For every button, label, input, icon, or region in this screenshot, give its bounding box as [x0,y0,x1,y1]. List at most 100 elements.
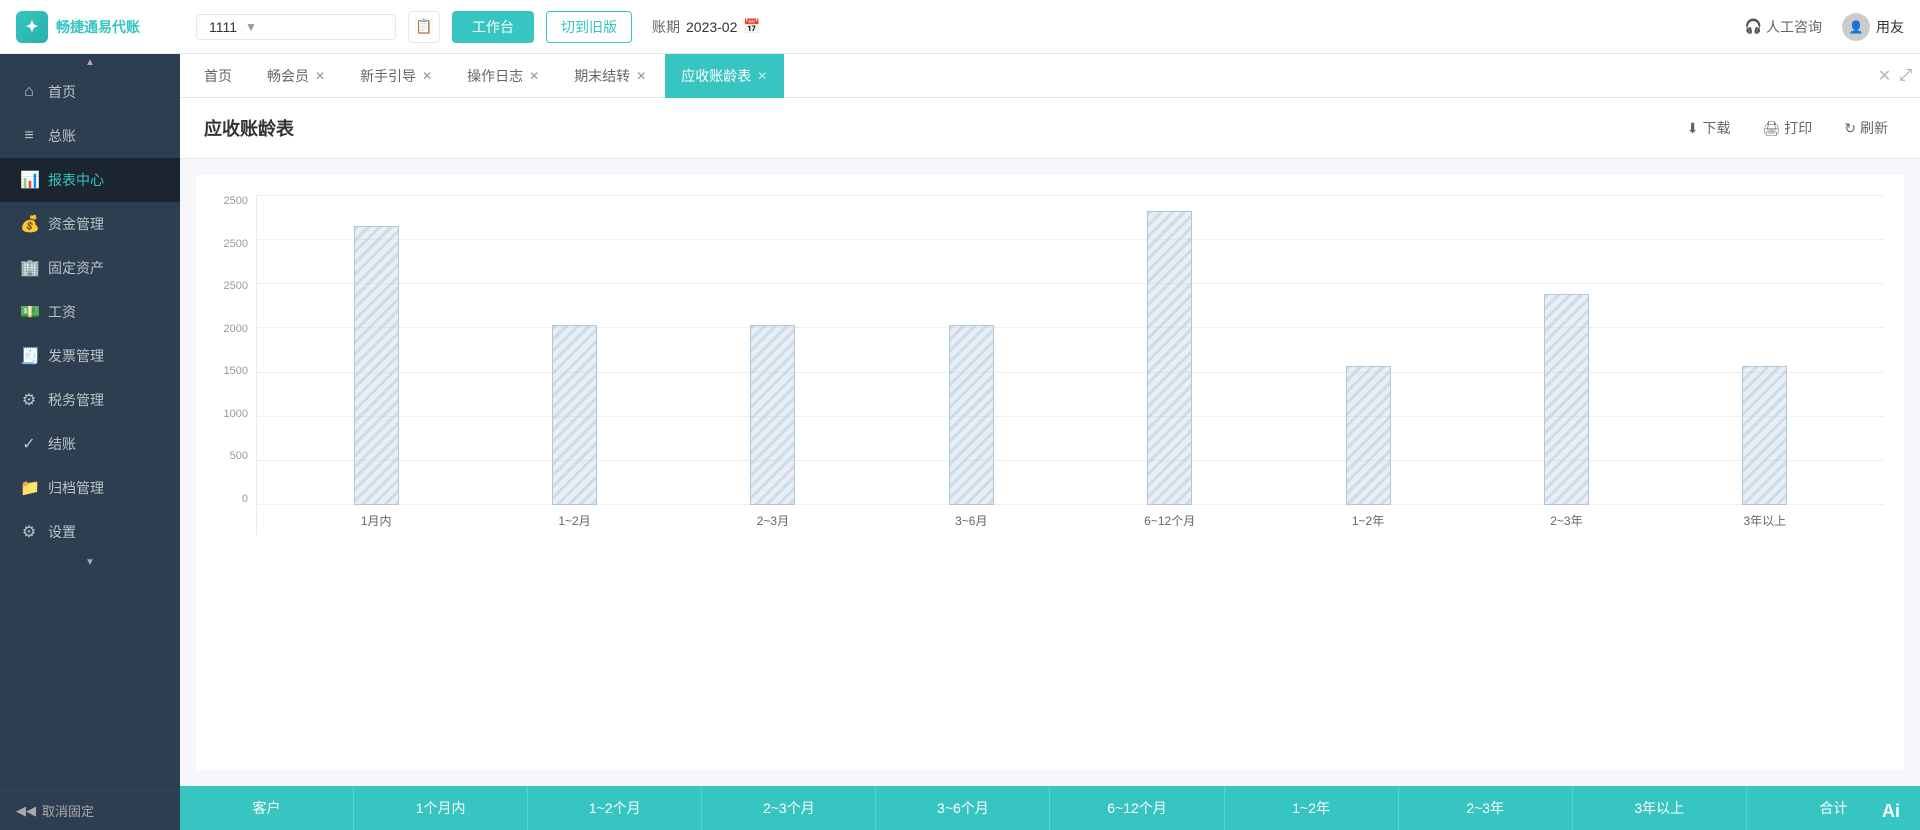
user-area[interactable]: 👤 用友 [1842,13,1904,41]
sidebar-item-tax[interactable]: ⚙ 税务管理 [0,378,180,422]
x-label-0: 1月内 [277,512,475,529]
table-header: 客户1个月内1~2个月2~3个月3~6个月6~12个月1~2年2~3年3年以上合… [180,786,1920,830]
calendar-icon-btn[interactable]: 📋 [408,11,440,43]
bar-group-5 [1269,195,1467,505]
download-label: 下载 [1702,118,1730,138]
tab-member-close[interactable]: ✕ [315,69,325,83]
bar-chart: 2500 2500 2500 2000 1500 1000 500 0 [216,195,1884,535]
sidebar-label-home: 首页 [48,82,76,102]
workspace-button[interactable]: 工作台 [452,11,534,43]
cancel-pin-button[interactable]: ◀◀ 取消固定 [0,790,180,830]
tab-home[interactable]: 首页 [188,54,249,98]
x-label-5: 1~2年 [1269,512,1467,529]
user-name: 用友 [1876,17,1904,37]
th-cell-6: 1~2年 [1225,786,1399,830]
tab-closing[interactable]: 期末结转 ✕ [558,54,663,98]
sidebar-label-salary: 工资 [48,302,76,322]
calendar-icon: 📋 [415,18,432,35]
page-actions: ⬇ 下载 🖨 打印 ↻ 刷新 [1679,114,1896,142]
company-selector[interactable]: 1111 ▼ [196,14,396,40]
y-label-1000: 1000 [216,408,256,420]
sidebar-label-checkout: 结账 [48,434,76,454]
refresh-icon: ↻ [1844,120,1856,137]
sidebar-item-home[interactable]: ⌂ 首页 [0,70,180,114]
download-button[interactable]: ⬇ 下载 [1679,114,1739,142]
header-right: 🎧 人工咨询 👤 用友 [1745,13,1904,41]
sidebar-label-assets: 固定资产 [48,258,104,278]
bar-group-6 [1467,195,1665,505]
tab-oplog[interactable]: 操作日志 ✕ [451,54,556,98]
bar-group-3 [872,195,1070,505]
close-all-tabs-button[interactable]: ✕ [1878,66,1891,86]
avatar: 👤 [1842,13,1870,41]
chart-container: 2500 2500 2500 2000 1500 1000 500 0 [196,175,1904,770]
sidebar-item-checkout[interactable]: ✓ 结账 [0,422,180,466]
tab-member[interactable]: 畅会员 ✕ [251,54,342,98]
sidebar-label-ledger: 总账 [48,126,76,146]
ai-badge-text: Ai [1882,801,1900,821]
bar-6 [1544,294,1589,505]
sidebar-scroll-down[interactable]: ▼ [0,554,180,570]
logo-area: ✦ 畅捷通易代账 [16,11,196,43]
th-cell-0: 客户 [180,786,354,830]
bar-group-0 [277,195,475,505]
sidebar-item-funds[interactable]: 💰 资金管理 [0,202,180,246]
support-label: 人工咨询 [1766,17,1822,37]
tab-bar-actions: ✕ ⤢ [1878,66,1912,86]
print-label: 打印 [1784,118,1812,138]
bar-7 [1742,366,1787,506]
tab-aging[interactable]: 应收账龄表 ✕ [665,54,784,98]
y-label-1500: 1500 [216,365,256,377]
bar-1 [552,325,597,505]
th-cell-3: 2~3个月 [702,786,876,830]
tab-oplog-close[interactable]: ✕ [529,69,539,83]
y-label-2500a: 2500 [216,195,256,207]
th-cell-2: 1~2个月 [528,786,702,830]
sidebar-item-assets[interactable]: 🏢 固定资产 [0,246,180,290]
assets-icon: 🏢 [20,258,38,278]
reports-icon: 📊 [20,170,38,190]
bar-group-1 [475,195,673,505]
sidebar-label-tax: 税务管理 [48,390,104,410]
bars-row [257,195,1884,505]
avatar-icon: 👤 [1849,20,1864,34]
tab-aging-close[interactable]: ✕ [757,69,767,83]
sidebar-item-invoice[interactable]: 🧾 发票管理 [0,334,180,378]
tab-guide-close[interactable]: ✕ [422,69,432,83]
x-label-6: 2~3年 [1467,512,1665,529]
sidebar-item-archive[interactable]: 📁 归档管理 [0,466,180,510]
sidebar-item-reports[interactable]: 📊 报表中心 [0,158,180,202]
th-cell-5: 6~12个月 [1050,786,1224,830]
sidebar-label-invoice: 发票管理 [48,346,104,366]
sidebar-label-reports: 报表中心 [48,170,104,190]
chevron-down-icon: ▼ [245,20,257,34]
tab-closing-close[interactable]: ✕ [636,69,646,83]
y-label-500: 500 [216,450,256,462]
sidebar-item-ledger[interactable]: ≡ 总账 [0,114,180,158]
support-button[interactable]: 🎧 人工咨询 [1745,17,1822,37]
refresh-button[interactable]: ↻ 刷新 [1836,114,1896,142]
sidebar-label-archive: 归档管理 [48,478,104,498]
tab-guide[interactable]: 新手引导 ✕ [344,54,449,98]
x-label-7: 3年以上 [1666,512,1864,529]
bar-2 [750,325,795,505]
tab-member-label: 畅会员 [267,66,309,86]
app-name: 畅捷通易代账 [56,17,140,37]
bar-4 [1147,211,1192,506]
period-label: 账期 [652,17,680,37]
header-actions: 📋 工作台 切到旧版 账期 2023-02 📅 [408,11,761,43]
bar-5 [1346,366,1391,506]
refresh-label: 刷新 [1860,118,1888,138]
calendar-period-icon[interactable]: 📅 [743,18,760,35]
bar-0 [354,226,399,505]
switch-version-button[interactable]: 切到旧版 [546,11,632,43]
tab-closing-label: 期末结转 [574,66,630,86]
sidebar-scroll-up[interactable]: ▲ [0,54,180,70]
sidebar-item-settings[interactable]: ⚙ 设置 [0,510,180,554]
maximize-button[interactable]: ⤢ [1899,67,1912,85]
print-button[interactable]: 🖨 打印 [1754,114,1820,142]
sidebar: ▲ ⌂ 首页 ≡ 总账 📊 报表中心 💰 资金管理 🏢 固定资产 💵 工资 🧾 … [0,54,180,830]
ai-badge[interactable]: Ai [1862,793,1920,830]
chart-wrapper: 2500 2500 2500 2000 1500 1000 500 0 [216,195,1884,535]
sidebar-item-salary[interactable]: 💵 工资 [0,290,180,334]
